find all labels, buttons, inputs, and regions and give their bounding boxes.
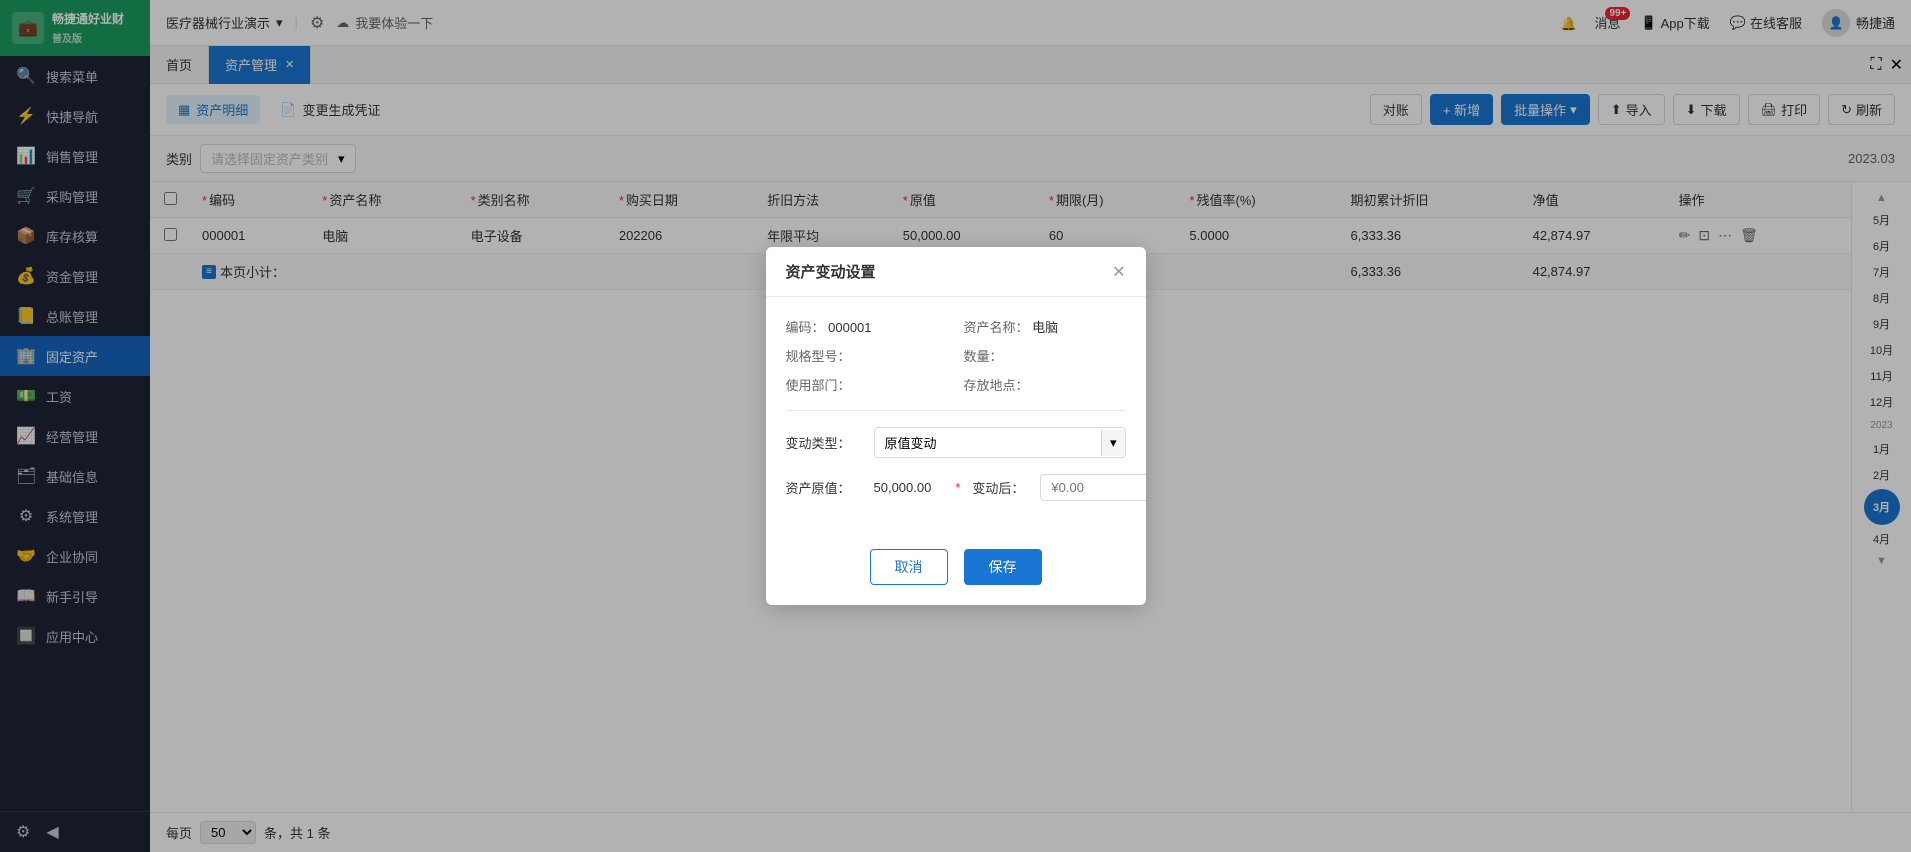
modal-overlay: 资产变动设置 ✕ 编码： 000001 资产名称： 电脑 规格型号： 数 <box>0 0 1911 852</box>
save-button[interactable]: 保存 <box>964 549 1042 585</box>
cancel-button[interactable]: 取消 <box>870 549 948 585</box>
dialog-location-label: 存放地点： <box>964 378 1029 393</box>
dialog-body: 编码： 000001 资产名称： 电脑 规格型号： 数量： 使用部门： <box>766 297 1146 537</box>
dialog-change-type-select[interactable]: 原值变动 ▾ <box>874 427 1126 458</box>
dialog-name-field: 资产名称： 电脑 <box>964 317 1126 336</box>
dialog-location-field: 存放地点： <box>964 375 1126 394</box>
dialog-code-field: 编码： 000001 <box>786 317 948 336</box>
dialog-header: 资产变动设置 ✕ <box>766 247 1146 297</box>
dialog-info-grid: 编码： 000001 资产名称： 电脑 规格型号： 数量： 使用部门： <box>786 317 1126 411</box>
dialog-dept-label: 使用部门： <box>786 378 851 393</box>
dialog-change-type-value: 原值变动 <box>875 428 1101 457</box>
dialog-title: 资产变动设置 <box>786 261 876 282</box>
change-type-dropdown-icon[interactable]: ▾ <box>1101 430 1125 456</box>
dialog-change-type-label: 变动类型： <box>786 433 866 452</box>
asset-change-dialog: 资产变动设置 ✕ 编码： 000001 资产名称： 电脑 规格型号： 数 <box>766 247 1146 605</box>
dialog-original-value-label: 资产原值： <box>786 478 866 497</box>
dialog-close-button[interactable]: ✕ <box>1112 262 1125 282</box>
dialog-code-value: 000001 <box>828 320 871 335</box>
dialog-after-change-label: 变动后： <box>972 478 1024 497</box>
dialog-spec-label: 规格型号： <box>786 349 851 364</box>
dialog-required-star: * <box>955 480 960 495</box>
dialog-footer: 取消 保存 <box>766 537 1146 605</box>
dialog-change-type-row: 变动类型： 原值变动 ▾ <box>786 427 1126 458</box>
dialog-qty-field: 数量： <box>964 346 1126 365</box>
dialog-name-label: 资产名称： <box>964 320 1029 335</box>
dialog-name-value: 电脑 <box>1032 320 1058 335</box>
dialog-dept-field: 使用部门： <box>786 375 948 394</box>
dialog-qty-label: 数量： <box>964 349 1003 364</box>
dialog-value-row: 资产原值： 50,000.00 * 变动后： <box>786 474 1126 501</box>
dialog-original-value: 50,000.00 <box>874 480 932 495</box>
dialog-spec-field: 规格型号： <box>786 346 948 365</box>
dialog-code-label: 编码： <box>786 320 825 335</box>
dialog-after-change-input[interactable] <box>1040 474 1145 501</box>
